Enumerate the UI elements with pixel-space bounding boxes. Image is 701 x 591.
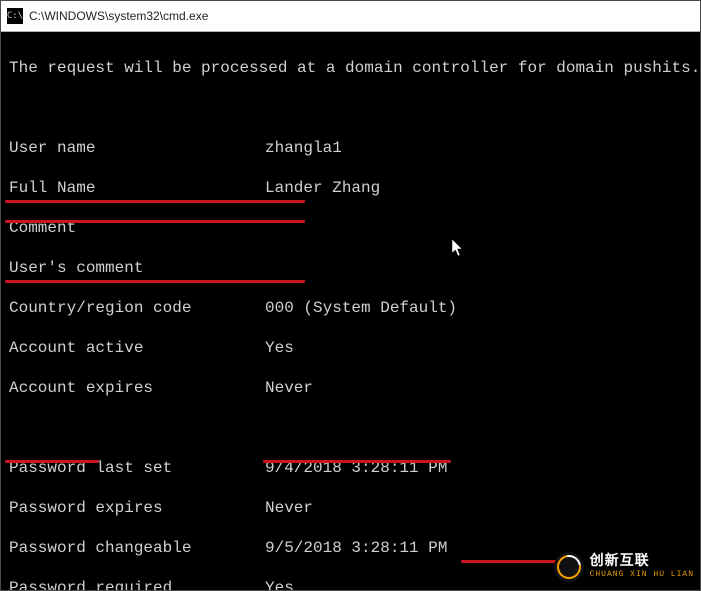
field-password-changeable: Password changeable9/5/2018 3:28:11 PM xyxy=(9,538,692,558)
terminal-output[interactable]: The request will be processed at a domai… xyxy=(1,32,700,590)
cmd-window: C:\ C:\WINDOWS\system32\cmd.exe The requ… xyxy=(0,0,701,591)
highlight-last-logon-label xyxy=(5,460,99,463)
highlight-password-expires xyxy=(5,280,305,283)
field-user-name: User namezhangla1 xyxy=(9,138,692,158)
watermark-text-zh: 创新互联 xyxy=(590,555,694,569)
field-account-active: Account activeYes xyxy=(9,338,692,358)
field-password-required: Password requiredYes xyxy=(9,578,692,590)
field-users-comment: User's comment xyxy=(9,258,692,278)
titlebar[interactable]: C:\ C:\WINDOWS\system32\cmd.exe xyxy=(1,1,700,32)
highlight-account xyxy=(5,200,305,203)
highlight-allitguys xyxy=(461,560,561,563)
intro-line: The request will be processed at a domai… xyxy=(9,58,692,78)
cmd-icon: C:\ xyxy=(7,8,23,24)
field-account-expires: Account expiresNever xyxy=(9,378,692,398)
highlight-account-expires xyxy=(5,220,305,223)
field-country: Country/region code000 (System Default) xyxy=(9,298,692,318)
field-password-expires: Password expiresNever xyxy=(9,498,692,518)
field-full-name: Full NameLander Zhang xyxy=(9,178,692,198)
window-title: C:\WINDOWS\system32\cmd.exe xyxy=(29,9,208,23)
highlight-last-logon-value xyxy=(263,460,451,463)
